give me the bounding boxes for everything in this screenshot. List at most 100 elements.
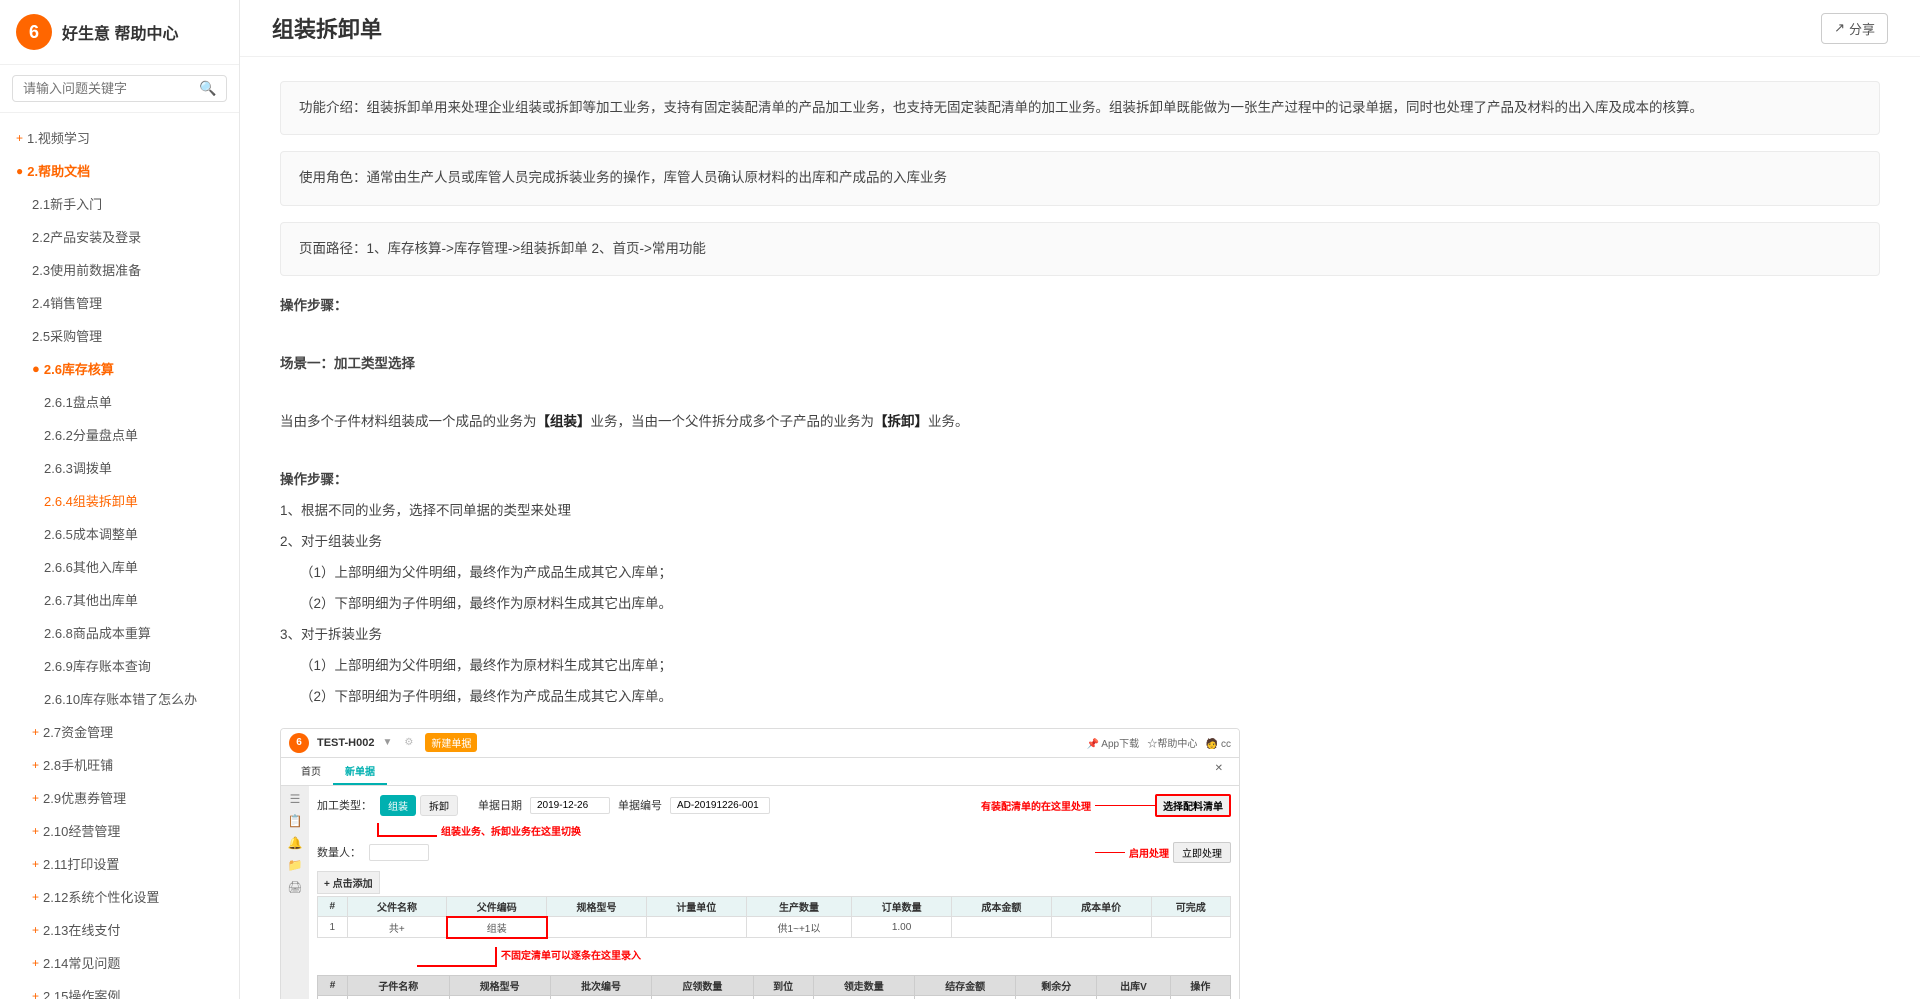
search-box: 🔍: [0, 65, 239, 113]
ss-logo: 6: [289, 733, 309, 753]
ss-bth-batch: 批次编号: [550, 975, 651, 995]
ss-execute-btn[interactable]: 立即处理: [1173, 842, 1231, 863]
ss-company: TEST-H002: [317, 737, 374, 749]
sidebar-item-data[interactable]: 2.3使用前数据准备: [0, 253, 239, 286]
annotation1-label: 有装配清单的在这里处理: [981, 798, 1091, 813]
share-icon: ↗: [1834, 20, 1845, 36]
ss-type-assemble-btn[interactable]: 组装: [380, 795, 416, 816]
intro-text: 功能介绍：组装拆卸单用来处理企业组装或拆卸等加工业务，支持有固定装配清单的产品加…: [299, 100, 1703, 115]
ss-upper-table-section: + 点击添加 # 父件名称 父件编码 规格型号 计量单位: [317, 871, 1231, 939]
path-text: 页面路径：1、库存核算->库存管理->组装拆卸单 2、首页->常用功能: [299, 241, 706, 256]
ss-tab-home[interactable]: 首页: [289, 758, 333, 785]
annotation1-line: [1095, 805, 1155, 806]
ss-left-icons: ☰ 📋 🔔 📁 🖨: [281, 786, 309, 999]
ss-icon5: 🖨: [287, 880, 302, 894]
ss-icon2: 📋: [288, 814, 303, 828]
steps-section: 操作步骤： 场景一：加工类型选择 当由多个子件材料组装成一个成品的业务为【组装】…: [280, 292, 1880, 710]
ss-config-btn[interactable]: 选择配料清单: [1155, 794, 1231, 817]
plus-icon10: +: [32, 989, 39, 999]
sidebar-item-stock[interactable]: ● 2.6库存核算: [0, 352, 239, 385]
screenshot-container: 6 TEST-H002 ▼ ⚙ 新建单据 📌 App下载 ☆帮助中心 🧑 cc …: [280, 728, 1240, 999]
sidebar-item-stock6[interactable]: 2.6.6其他入库单: [0, 550, 239, 583]
sidebar-item-system[interactable]: + 2.12系统个性化设置: [0, 880, 239, 913]
plus-icon9: +: [32, 956, 39, 970]
ss-nav-icons: 📌 App下载 ☆帮助中心 🧑 cc: [1087, 735, 1231, 750]
ss-qty-input[interactable]: [369, 844, 429, 861]
ss-bth-num: #: [318, 975, 348, 995]
ss-bth-outstock: 出库V: [1097, 975, 1171, 995]
ss-annotation5-area: 不固定清单可以逐条在这里录入: [317, 947, 1231, 967]
sidebar-item-stock8[interactable]: 2.6.8商品成本重算: [0, 616, 239, 649]
sidebar-item-stock10[interactable]: 2.6.10库存账本错了怎么办: [0, 682, 239, 715]
sidebar-item-ops[interactable]: + 2.10经营管理: [0, 814, 239, 847]
sidebar-item-sales[interactable]: 2.4销售管理: [0, 286, 239, 319]
scene1-desc: 当由多个子件材料组装成一个成品的业务为【组装】业务，当由一个父件拆分成多个子产品…: [280, 408, 1880, 435]
plus-icon4: +: [32, 791, 39, 805]
ss-type-label: 加工类型：: [317, 797, 372, 813]
nav-list: + 1.视频学习 ● 2.帮助文档 2.1新手入门 2.2产品安装及登录 2.3…: [0, 113, 239, 999]
ss-th-unit: 计量单位: [646, 896, 746, 917]
step3: 3、对于拆装业务: [280, 621, 1880, 648]
search-input[interactable]: [12, 75, 227, 102]
app-logo: 6: [16, 14, 52, 50]
ss-form-row1: 加工类型： 组装 拆卸 单据日期 单据编号: [317, 794, 1231, 817]
ss-lower-table: # 子件名称 规格型号 批次编号 应领数量 到位 领走数量 结存金额 剩余分: [317, 975, 1231, 999]
sidebar-item-print[interactable]: + 2.11打印设置: [0, 847, 239, 880]
ss-new-btn[interactable]: 新建单据: [425, 733, 477, 752]
ss-bth-taken: 领走数量: [813, 975, 914, 995]
ss-topbar: 6 TEST-H002 ▼ ⚙ 新建单据 📌 App下载 ☆帮助中心 🧑 cc: [281, 729, 1239, 758]
ss-content: ☰ 📋 🔔 📁 🖨 加工类型： 组装: [281, 786, 1239, 999]
ss-date-label: 单据日期: [478, 797, 522, 813]
ss-addrow-btn[interactable]: + 点击添加: [317, 871, 380, 894]
sidebar-item-install[interactable]: 2.2产品安装及登录: [0, 220, 239, 253]
plus-icon8: +: [32, 923, 39, 937]
ss-bth-child-name: 子件名称: [348, 975, 449, 995]
ss-form-row2: 数量人： 启用处理 立即处理: [317, 842, 1231, 863]
ss-qty-label: 数量人：: [317, 844, 361, 860]
role-block: 使用角色：通常由生产人员或库管人员完成拆装业务的操作，库管人员确认原材料的出库和…: [280, 151, 1880, 205]
sidebar-item-purchase[interactable]: 2.5采购管理: [0, 319, 239, 352]
annotation5-label: 不固定清单可以逐条在这里录入: [501, 947, 641, 962]
ss-docnum-input[interactable]: [670, 797, 770, 814]
sidebar-item-stock1[interactable]: 2.6.1盘点单: [0, 385, 239, 418]
plus-icon: +: [16, 131, 23, 145]
ss-date-input[interactable]: [530, 797, 610, 814]
sidebar-item-stock3[interactable]: 2.6.3调拨单: [0, 451, 239, 484]
sidebar-item-stock9[interactable]: 2.6.9库存账本查询: [0, 649, 239, 682]
sidebar-item-cases[interactable]: + 2.15操作案例: [0, 979, 239, 999]
ss-bth-arrived: 到位: [753, 975, 813, 995]
app-name: 好生意 帮助中心: [62, 20, 178, 44]
table-row: 1货品1(格式1)30.0030.000.000.00⊕ ✕: [318, 995, 1231, 999]
role-text: 使用角色：通常由生产人员或库管人员完成拆装业务的操作，库管人员确认原材料的出库和…: [299, 170, 947, 185]
sidebar-item-stock4[interactable]: 2.6.4组装拆卸单: [0, 484, 239, 517]
sidebar-item-mobile[interactable]: + 2.8手机旺铺: [0, 748, 239, 781]
sidebar-item-finance[interactable]: + 2.7资金管理: [0, 715, 239, 748]
scene1-title: 场景一：加工类型选择: [280, 350, 1880, 377]
sidebar-item-faq[interactable]: + 2.14常见问题: [0, 946, 239, 979]
share-button[interactable]: ↗ 分享: [1821, 13, 1888, 44]
sidebar-item-stock5[interactable]: 2.6.5成本调整单: [0, 517, 239, 550]
ss-type-btns: 组装 拆卸: [380, 795, 458, 816]
ss-main-form: 加工类型： 组装 拆卸 单据日期 单据编号: [309, 786, 1239, 999]
minus-icon2: ●: [32, 361, 40, 376]
ss-type-disassemble-btn[interactable]: 拆卸: [420, 795, 458, 816]
ss-th-cost: 成本金额: [951, 896, 1051, 917]
search-button[interactable]: 🔍: [199, 80, 216, 97]
ss-annotation4-area: 启用处理 立即处理: [1095, 842, 1231, 863]
sidebar-item-coupon[interactable]: + 2.9优惠券管理: [0, 781, 239, 814]
sidebar-item-new[interactable]: 2.1新手入门: [0, 187, 239, 220]
sidebar-item-stock7[interactable]: 2.6.7其他出库单: [0, 583, 239, 616]
ss-upper-table: # 父件名称 父件编码 规格型号 计量单位 生产数量 订单数量 成本金额 成本单: [317, 896, 1231, 939]
ss-bth-remaining: 剩余分: [1016, 975, 1097, 995]
sidebar-item-stock2[interactable]: 2.6.2分量盘点单: [0, 418, 239, 451]
sidebar-item-docs[interactable]: ● 2.帮助文档: [0, 154, 239, 187]
sidebar-item-videos[interactable]: + 1.视频学习: [0, 121, 239, 154]
sidebar-item-online[interactable]: + 2.13在线支付: [0, 913, 239, 946]
ss-th-spec: 规格型号: [547, 896, 647, 917]
step2: 2、对于组装业务: [280, 528, 1880, 555]
ss-th-completable: 可完成: [1151, 896, 1231, 917]
ss-tab-new[interactable]: 新单据: [333, 758, 387, 785]
annotation3-label: 组装业务、拆卸业务在这里切换: [441, 823, 581, 838]
step3-2: （2）下部明细为子件明细，最终作为产成品生成其它入库单。: [280, 683, 1880, 710]
ss-dropdown-icon: ▼: [382, 737, 392, 748]
